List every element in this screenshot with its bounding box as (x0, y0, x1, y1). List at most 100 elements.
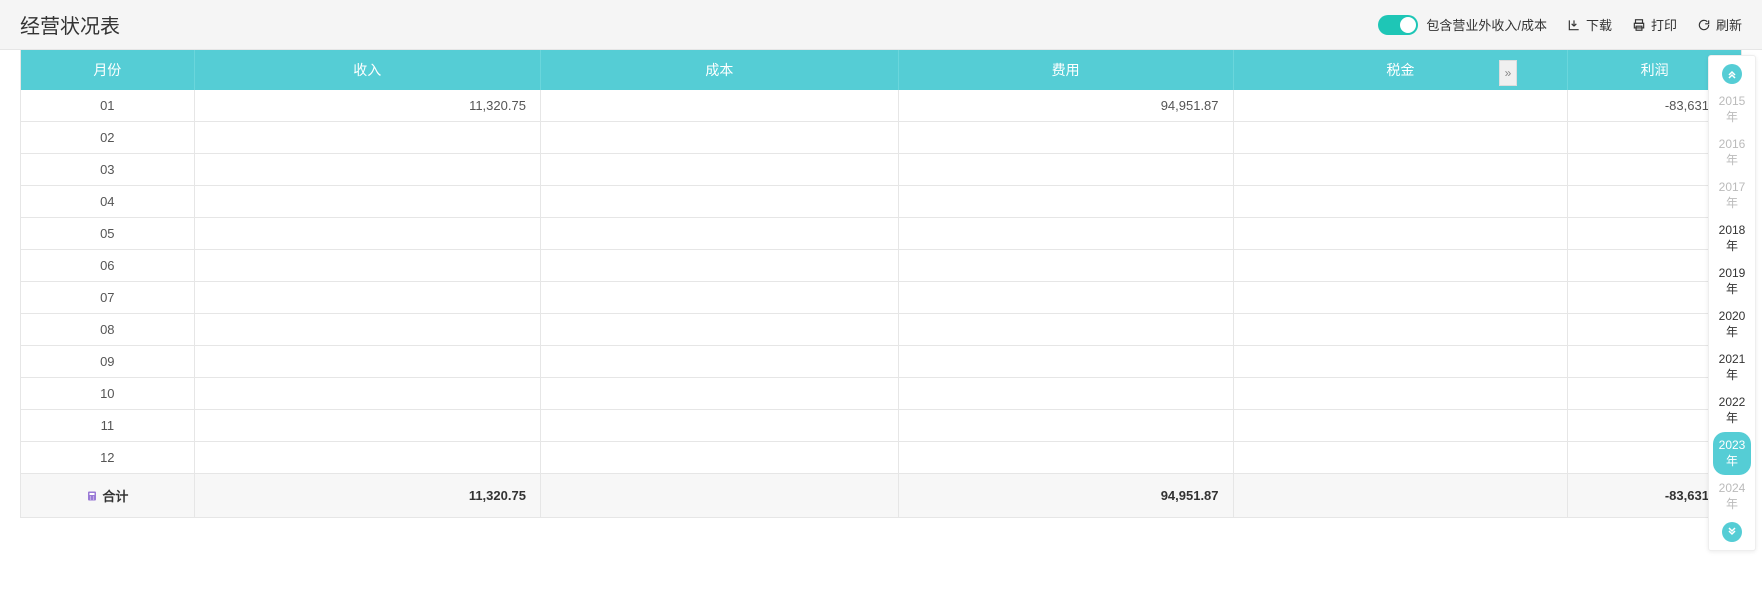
cell-month: 05 (21, 218, 194, 250)
year-panel: 2015年2016年2017年2018年2019年2020年2021年2022年… (1708, 55, 1756, 551)
cell-month: 04 (21, 186, 194, 218)
table-row: 07 (21, 282, 1741, 314)
toggle-include-nonoperating[interactable]: 包含营业外收入/成本 (1378, 15, 1547, 35)
expand-toggle[interactable]: » (1499, 60, 1517, 86)
print-button[interactable]: 打印 (1632, 15, 1677, 34)
download-label: 下载 (1586, 15, 1612, 34)
cell-month: 08 (21, 314, 194, 346)
cell-revenue (194, 410, 540, 442)
operating-table: 月份 收入 成本 费用 税金 利润 0111,320.7594,951.87-8… (21, 50, 1741, 517)
cell-tax (1233, 314, 1568, 346)
table-row: 04 (21, 186, 1741, 218)
table-row: 03 (21, 154, 1741, 186)
cell-tax (1233, 90, 1568, 122)
cell-revenue (194, 346, 540, 378)
cell-tax (1233, 410, 1568, 442)
year-item: 2015年 (1709, 88, 1756, 131)
year-item[interactable]: 2023年 (1713, 432, 1752, 475)
cell-expense (898, 410, 1233, 442)
cell-expense (898, 218, 1233, 250)
year-item: 2016年 (1709, 131, 1756, 174)
toggle-label: 包含营业外收入/成本 (1426, 15, 1547, 34)
year-item: 2024年 (1709, 475, 1756, 518)
year-item[interactable]: 2019年 (1709, 260, 1756, 303)
cell-month: 10 (21, 378, 194, 410)
cell-cost (540, 346, 898, 378)
calculator-icon (86, 490, 98, 502)
page-title: 经营状况表 (20, 10, 120, 39)
table-row: 10 (21, 378, 1741, 410)
cell-month: 12 (21, 442, 194, 474)
col-cost: 成本 (540, 50, 898, 90)
cell-revenue (194, 250, 540, 282)
cell-revenue (194, 218, 540, 250)
cell-cost (540, 442, 898, 474)
year-item[interactable]: 2018年 (1709, 217, 1756, 260)
col-tax: 税金 (1233, 50, 1568, 90)
cell-cost (540, 122, 898, 154)
cell-month: 03 (21, 154, 194, 186)
total-cell-expense: 94,951.87 (898, 474, 1233, 518)
cell-revenue (194, 442, 540, 474)
refresh-button[interactable]: 刷新 (1697, 15, 1742, 34)
cell-cost (540, 250, 898, 282)
table-header-row: 月份 收入 成本 费用 税金 利润 (21, 50, 1741, 90)
cell-revenue (194, 282, 540, 314)
cell-cost (540, 154, 898, 186)
toggle-switch-icon[interactable] (1378, 15, 1418, 35)
cell-tax (1233, 218, 1568, 250)
cell-expense (898, 314, 1233, 346)
table-row: 09 (21, 346, 1741, 378)
year-item: 2017年 (1709, 174, 1756, 217)
cell-expense (898, 186, 1233, 218)
cell-cost (540, 218, 898, 250)
cell-expense (898, 378, 1233, 410)
cell-month: 07 (21, 282, 194, 314)
cell-tax (1233, 122, 1568, 154)
table-row: 08 (21, 314, 1741, 346)
cell-expense: 94,951.87 (898, 90, 1233, 122)
cell-month: 02 (21, 122, 194, 154)
cell-revenue (194, 122, 540, 154)
total-cell-cost (540, 474, 898, 518)
cell-expense (898, 442, 1233, 474)
cell-tax (1233, 154, 1568, 186)
total-cell-revenue: 11,320.75 (194, 474, 540, 518)
refresh-label: 刷新 (1716, 15, 1742, 34)
cell-revenue (194, 378, 540, 410)
total-cell-tax (1233, 474, 1568, 518)
cell-cost (540, 90, 898, 122)
table-row: 12 (21, 442, 1741, 474)
cell-expense (898, 250, 1233, 282)
cell-expense (898, 346, 1233, 378)
year-item[interactable]: 2020年 (1709, 303, 1756, 346)
cell-month: 11 (21, 410, 194, 442)
cell-tax (1233, 282, 1568, 314)
download-icon (1567, 18, 1581, 32)
table-row: 11 (21, 410, 1741, 442)
cell-revenue (194, 186, 540, 218)
chevron-right-double-icon: » (1505, 66, 1512, 80)
col-month: 月份 (21, 50, 194, 90)
chevron-up-double-icon (1726, 68, 1738, 80)
print-icon (1632, 18, 1646, 32)
table-row: 02 (21, 122, 1741, 154)
cell-cost (540, 282, 898, 314)
year-scroll-up[interactable] (1722, 64, 1742, 84)
year-scroll-down[interactable] (1722, 522, 1742, 542)
table-row: 05 (21, 218, 1741, 250)
table-row: 06 (21, 250, 1741, 282)
download-button[interactable]: 下载 (1567, 15, 1612, 34)
year-item[interactable]: 2021年 (1709, 346, 1756, 389)
cell-expense (898, 122, 1233, 154)
year-item[interactable]: 2022年 (1709, 389, 1756, 432)
cell-cost (540, 186, 898, 218)
cell-tax (1233, 378, 1568, 410)
cell-expense (898, 154, 1233, 186)
cell-cost (540, 314, 898, 346)
cell-tax (1233, 250, 1568, 282)
print-label: 打印 (1651, 15, 1677, 34)
cell-cost (540, 410, 898, 442)
toolbar: 包含营业外收入/成本 下载 打印 刷新 (1378, 15, 1742, 35)
cell-month: 06 (21, 250, 194, 282)
